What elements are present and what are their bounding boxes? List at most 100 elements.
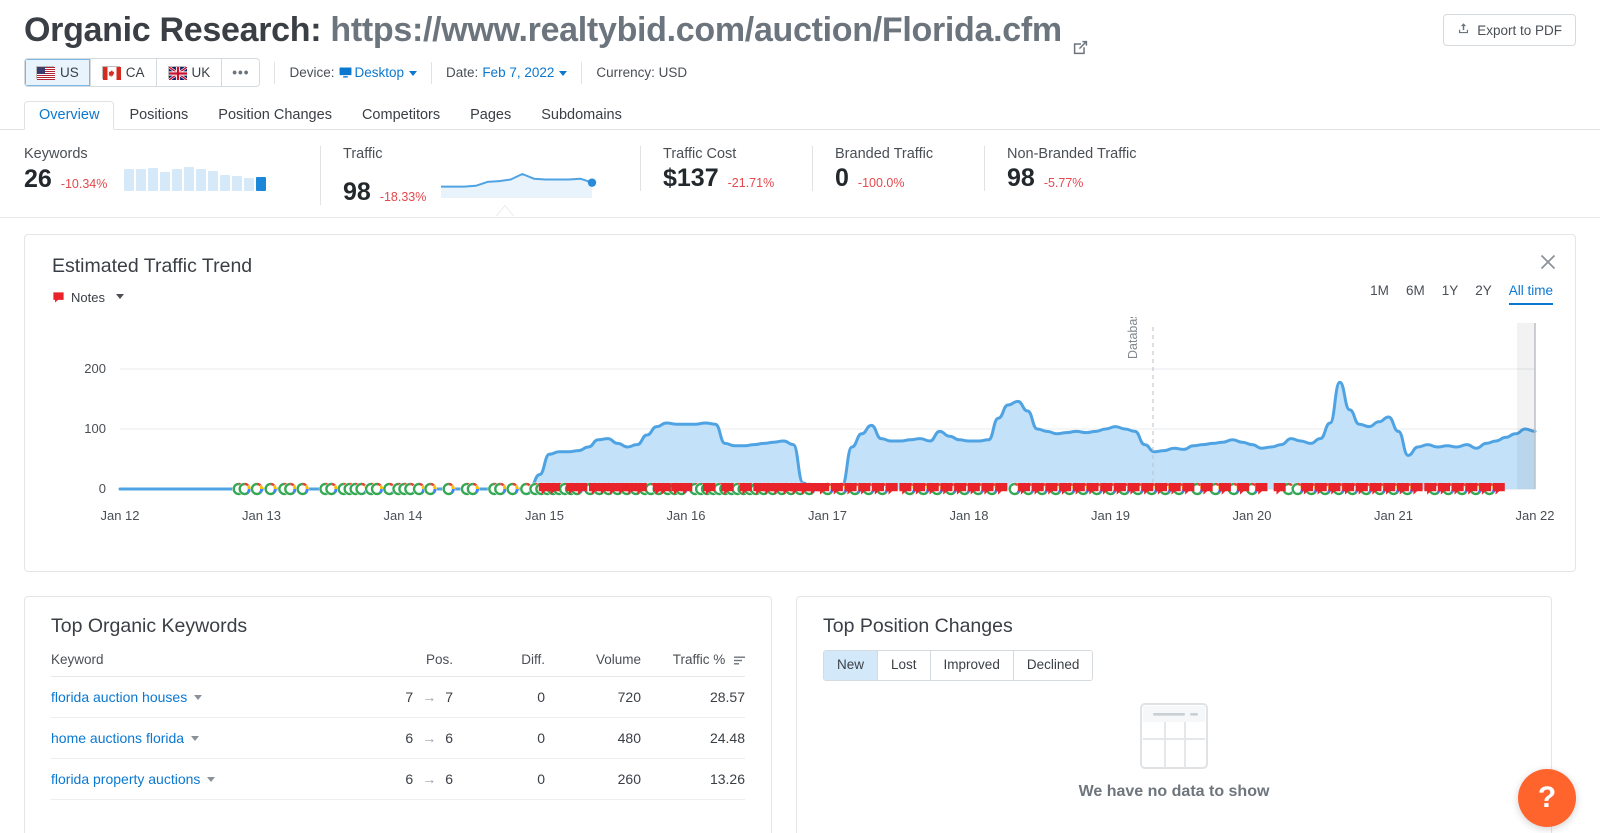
currency-label: Currency: USD xyxy=(596,65,688,81)
keywords-sparkline-bars xyxy=(124,166,267,192)
metric-non-branded-traffic[interactable]: Non-Branded Traffic 98 -5.77% xyxy=(984,146,1244,192)
notes-chevron-down-icon[interactable] xyxy=(115,294,124,300)
segment-new[interactable]: New xyxy=(824,651,879,680)
metrics-row: Keywords 26 -10.34% Traffic 98 -18.33% T… xyxy=(0,130,1600,219)
keyword-link[interactable]: home auctions florida xyxy=(51,730,184,746)
pos-from: 6 xyxy=(405,771,414,788)
pos-to: 6 xyxy=(445,771,453,788)
page-title-url[interactable]: https://www.realtybid.com/auction/Florid… xyxy=(330,11,1062,49)
export-to-pdf-label: Export to PDF xyxy=(1477,22,1562,38)
keywords-sparkline-bar xyxy=(208,171,219,192)
column-header-keyword[interactable]: Keyword xyxy=(51,652,357,678)
database-button-ca[interactable]: CA xyxy=(90,59,157,87)
keywords-sparkline-bar xyxy=(160,172,171,192)
date-selector[interactable]: Feb 7, 2022 xyxy=(482,65,568,81)
keyword-chevron-down-icon[interactable] xyxy=(207,777,216,783)
metric-non-branded-traffic-delta: -5.77% xyxy=(1043,175,1084,190)
database-more-button[interactable]: ••• xyxy=(222,59,260,87)
tab-subdomains[interactable]: Subdomains xyxy=(526,101,637,131)
keyword-chevron-down-icon[interactable] xyxy=(194,695,203,701)
pos-from: 6 xyxy=(405,730,414,747)
tab-competitors[interactable]: Competitors xyxy=(347,101,455,131)
cell-traffic-pct: 24.48 xyxy=(641,717,745,760)
keywords-sparkline-bar xyxy=(196,169,207,192)
svg-text:0: 0 xyxy=(99,481,106,496)
svg-text:Jan 21: Jan 21 xyxy=(1374,508,1413,523)
metric-keywords[interactable]: Keywords 26 -10.34% xyxy=(24,146,320,192)
control-divider-1 xyxy=(274,61,276,84)
traffic-trend-chart[interactable]: 0 100 200 Database growth Jan 12 Jan 13 Jan 14… xyxy=(25,265,1575,567)
us-flag-icon xyxy=(36,66,55,81)
database-label-uk: UK xyxy=(191,65,211,81)
range-tab-1y[interactable]: 1Y xyxy=(1442,283,1459,305)
pos-from: 7 xyxy=(405,689,414,706)
metric-traffic-cost-value: $137 xyxy=(663,164,719,193)
segment-lost[interactable]: Lost xyxy=(878,651,931,680)
empty-table-icon xyxy=(1140,702,1208,769)
device-label: Device: xyxy=(289,65,335,81)
top-position-changes-title: Top Position Changes xyxy=(823,615,1013,638)
tab-positions[interactable]: Positions xyxy=(114,101,203,131)
page-header: Organic Research: https://www.realtybid.… xyxy=(0,0,1600,54)
close-icon[interactable] xyxy=(1539,253,1557,271)
table-header-row: Keyword Pos. Diff. Volume Traffic % xyxy=(51,652,745,678)
page-title-prefix: Organic Research: xyxy=(24,11,322,49)
column-header-pos[interactable]: Pos. xyxy=(357,652,453,678)
date-label: Date: xyxy=(446,65,479,81)
table-row[interactable]: florida auction houses 7 → 7 0 720 28.57 xyxy=(51,676,745,719)
column-header-traffic-pct-label: Traffic % xyxy=(672,652,726,668)
selected-metric-caret xyxy=(496,206,514,218)
tab-overview[interactable]: Overview xyxy=(24,100,115,131)
tab-position-changes[interactable]: Position Changes xyxy=(203,101,347,131)
database-label-ca: CA xyxy=(125,65,145,81)
segment-improved[interactable]: Improved xyxy=(930,651,1014,680)
keyword-link[interactable]: florida property auctions xyxy=(51,771,200,787)
bottom-panels: Top Organic Keywords Keyword Pos. Diff. … xyxy=(0,572,1600,833)
table-row[interactable]: florida property auctions 6 → 6 0 260 13.26 xyxy=(51,758,745,801)
uk-flag-icon xyxy=(167,66,188,82)
keywords-sparkline-bar xyxy=(136,169,147,192)
column-header-volume[interactable]: Volume xyxy=(545,652,641,678)
column-header-traffic-pct[interactable]: Traffic % xyxy=(641,652,745,678)
pos-to: 7 xyxy=(445,689,453,706)
table-row[interactable]: home auctions florida 6 → 6 0 480 24.48 xyxy=(51,717,745,760)
tab-pages[interactable]: Pages xyxy=(455,101,526,131)
help-button[interactable]: ? xyxy=(1518,769,1576,827)
range-tab-2y[interactable]: 2Y xyxy=(1475,283,1492,305)
date-value: Feb 7, 2022 xyxy=(482,65,555,81)
date-chevron-down-icon[interactable] xyxy=(559,71,568,77)
database-button-uk[interactable]: UK xyxy=(156,59,223,87)
range-tab-6m[interactable]: 6M xyxy=(1406,283,1425,305)
notes-toggle[interactable]: Notes xyxy=(52,290,124,305)
keywords-sparkline-bar xyxy=(256,177,267,192)
cell-pos: 6 → 6 xyxy=(357,758,453,801)
cell-diff: 0 xyxy=(453,676,545,719)
svg-text:Jan 14: Jan 14 xyxy=(383,508,422,523)
svg-text:Jan 20: Jan 20 xyxy=(1232,508,1271,523)
cell-pos: 6 → 6 xyxy=(357,717,453,760)
cell-keyword: florida property auctions xyxy=(51,758,357,801)
database-button-us[interactable]: US xyxy=(25,59,91,87)
device-chevron-down-icon[interactable] xyxy=(409,71,418,77)
range-tab-1m[interactable]: 1M xyxy=(1370,283,1389,305)
keywords-sparkline-bar xyxy=(232,176,243,192)
arrow-right-icon: → xyxy=(422,730,437,747)
cell-keyword: florida auction houses xyxy=(51,676,357,719)
range-tab-all-time[interactable]: All time xyxy=(1508,283,1553,306)
metric-traffic-cost[interactable]: Traffic Cost $137 -21.71% xyxy=(640,146,812,193)
keyword-chevron-down-icon[interactable] xyxy=(191,736,200,742)
external-link-icon[interactable] xyxy=(1071,26,1090,54)
metric-branded-traffic[interactable]: Branded Traffic 0 -100.0% xyxy=(812,146,984,193)
metric-traffic[interactable]: Traffic 98 -18.33% xyxy=(320,146,640,218)
segment-declined[interactable]: Declined xyxy=(1013,651,1093,680)
metric-keywords-delta: -10.34% xyxy=(60,176,108,191)
question-mark-icon: ? xyxy=(1537,781,1557,814)
metric-branded-traffic-value: 0 xyxy=(835,164,849,193)
column-header-diff[interactable]: Diff. xyxy=(453,652,545,678)
cell-traffic-pct: 28.57 xyxy=(641,676,745,719)
title-row: Organic Research: https://www.realtybid.… xyxy=(24,10,1576,54)
export-to-pdf-button[interactable]: Export to PDF xyxy=(1443,14,1576,46)
sort-descending-icon[interactable] xyxy=(734,653,745,665)
device-selector[interactable]: Desktop xyxy=(339,65,418,80)
keyword-link[interactable]: florida auction houses xyxy=(51,689,187,705)
